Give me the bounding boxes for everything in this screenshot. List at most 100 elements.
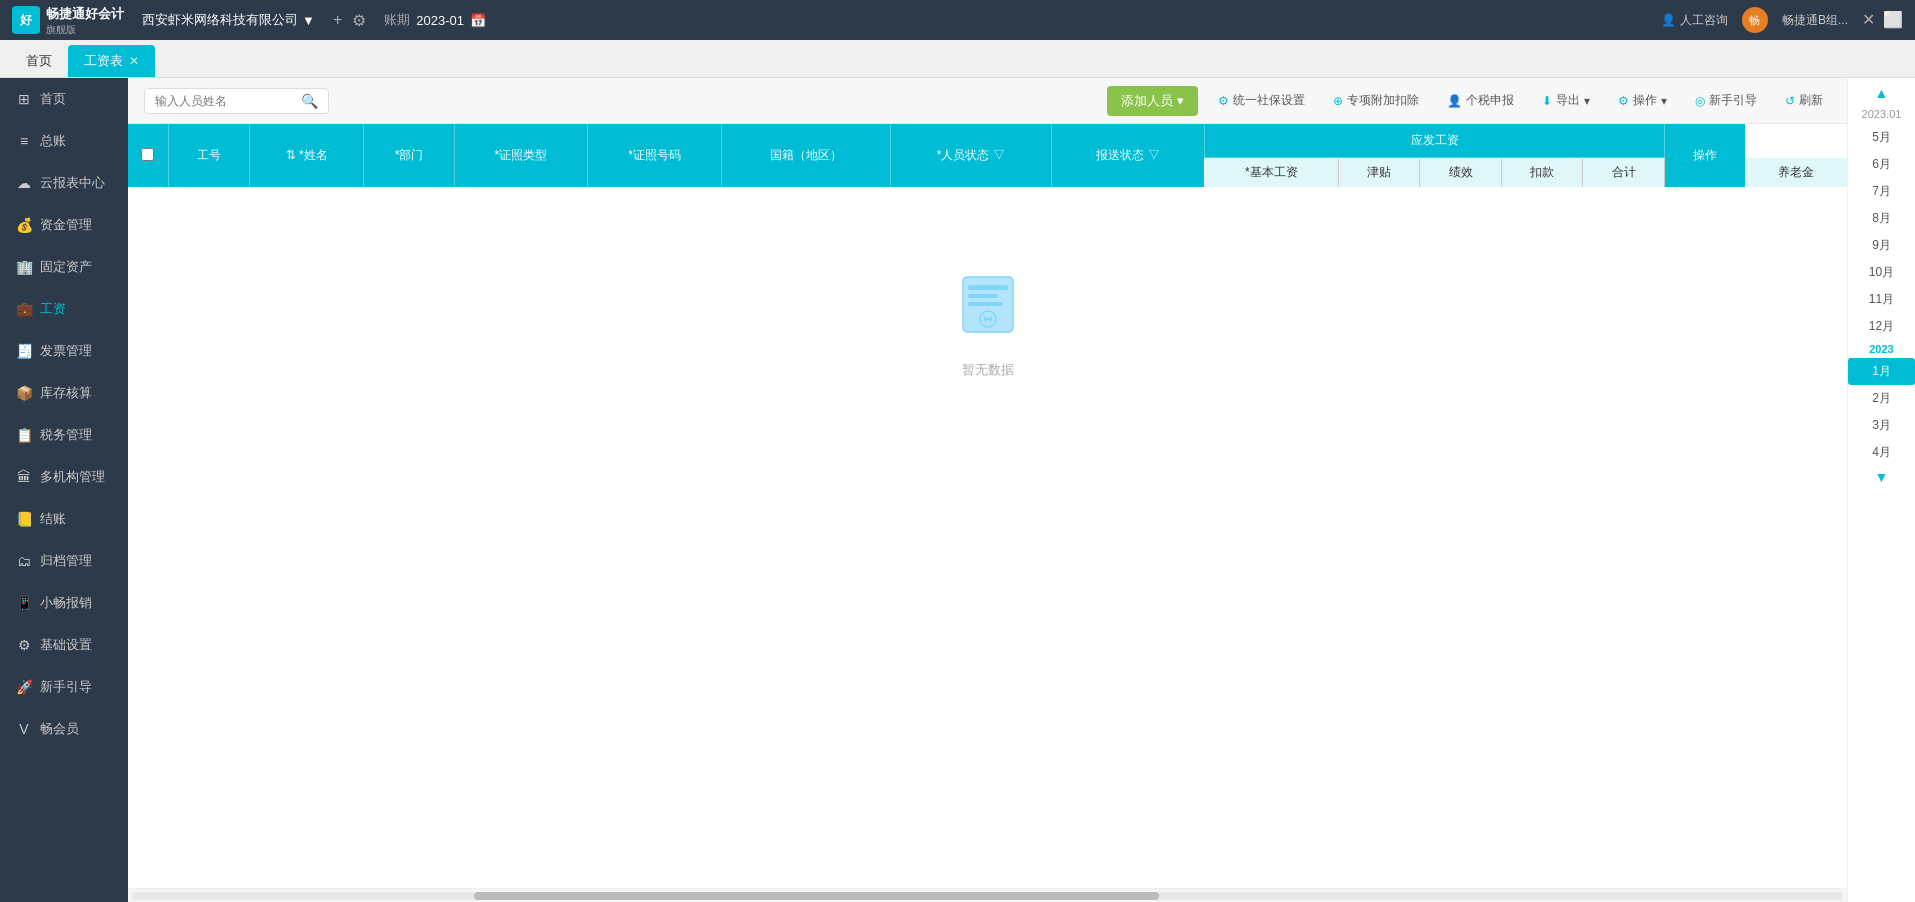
tab-close-icon[interactable]: ✕ [129, 54, 139, 68]
settings-icon[interactable]: ⚙ [352, 11, 366, 30]
th-total: 合计 [1583, 158, 1665, 188]
main-area: ⊞ 首页 ≡ 总账 ☁ 云报表中心 💰 资金管理 🏢 固定资产 💼 工资 🧾 发… [0, 78, 1915, 902]
empty-state: 暂无数据 [128, 187, 1847, 459]
sidebar-item-finance[interactable]: 💰 资金管理 [0, 204, 128, 246]
month-nav-up-icon[interactable]: ▲ [1848, 82, 1915, 104]
social-security-settings-action[interactable]: ⚙ 统一社保设置 [1210, 88, 1313, 113]
th-base-salary: *基本工资 [1204, 158, 1338, 188]
tax-report-action[interactable]: 👤 个税申报 [1439, 88, 1522, 113]
sidebar-item-home[interactable]: ⊞ 首页 [0, 78, 128, 120]
filter-icon-personnel[interactable]: ▽ [993, 148, 1005, 162]
sidebar-label-expense: 小畅报销 [40, 594, 92, 612]
add-person-dropdown-icon[interactable]: ▾ [1177, 93, 1184, 108]
month-item-7[interactable]: 7月 [1848, 178, 1915, 205]
service-label: 人工咨询 [1680, 12, 1728, 29]
salary-icon: 💼 [16, 301, 32, 317]
sidebar-item-archive[interactable]: 🗂 归档管理 [0, 540, 128, 582]
month-item-3[interactable]: 3月 [1848, 412, 1915, 439]
sidebar-item-guide[interactable]: 🚀 新手引导 [0, 666, 128, 708]
search-input[interactable] [155, 94, 295, 108]
th-employee-no: 工号 [168, 124, 250, 187]
operation-action[interactable]: ⚙ 操作 ▾ [1610, 88, 1675, 113]
refresh-action[interactable]: ↺ 刷新 [1777, 88, 1831, 113]
month-item-11[interactable]: 11月 [1848, 286, 1915, 313]
service-button[interactable]: 👤 人工咨询 [1661, 12, 1728, 29]
sidebar-item-ledger[interactable]: ≡ 总账 [0, 120, 128, 162]
month-item-9[interactable]: 9月 [1848, 232, 1915, 259]
tax-report-label: 个税申报 [1466, 92, 1514, 109]
h-scrollbar-track[interactable] [132, 892, 1843, 900]
select-all-checkbox[interactable] [141, 148, 154, 161]
tab-salary-label: 工资表 [84, 52, 123, 70]
guide-toolbar-icon: ◎ [1695, 94, 1705, 108]
sidebar-item-multi-org[interactable]: 🏛 多机构管理 [0, 456, 128, 498]
sidebar-label-guide: 新手引导 [40, 678, 92, 696]
close-window-icon[interactable]: ✕ [1862, 12, 1875, 28]
dropdown-arrow-icon[interactable]: ▼ [302, 13, 315, 28]
sort-icon[interactable]: ⇅ [286, 148, 296, 162]
sidebar-item-settings[interactable]: ⚙ 基础设置 [0, 624, 128, 666]
month-nav-down-icon[interactable]: ▼ [1848, 466, 1915, 488]
sidebar-item-fixed-assets[interactable]: 🏢 固定资产 [0, 246, 128, 288]
month-item-5[interactable]: 5月 [1848, 124, 1915, 151]
period-value: 2023-01 [416, 13, 464, 28]
add-person-button[interactable]: 添加人员 ▾ [1107, 86, 1198, 116]
filter-icon-report[interactable]: ▽ [1148, 148, 1160, 162]
guide-action[interactable]: ◎ 新手引导 [1687, 88, 1765, 113]
social-security-label: 统一社保设置 [1233, 92, 1305, 109]
search-icon[interactable]: 🔍 [301, 93, 318, 109]
table-container: 工号 ⇅ *姓名 *部门 *证照类型 *证照号码 国籍（地区） *人员状态 ▽ … [128, 124, 1847, 888]
special-deduction-action[interactable]: ⊕ 专项附加扣除 [1325, 88, 1427, 113]
operation-dropdown-icon[interactable]: ▾ [1661, 94, 1667, 108]
user-name[interactable]: 畅捷通B组... [1782, 12, 1848, 29]
month-item-10[interactable]: 10月 [1848, 259, 1915, 286]
add-company-icon[interactable]: + [333, 11, 342, 29]
sidebar-item-expense[interactable]: 📱 小畅报销 [0, 582, 128, 624]
refresh-icon: ↺ [1785, 94, 1795, 108]
toolbar: 🔍 添加人员 ▾ ⚙ 统一社保设置 ⊕ 专项附加扣除 👤 个税申报 ⬇ 导出 [128, 78, 1847, 124]
sidebar-item-settlement[interactable]: 📒 结账 [0, 498, 128, 540]
sidebar-item-cloud-report[interactable]: ☁ 云报表中心 [0, 162, 128, 204]
sidebar-item-tax[interactable]: 📋 税务管理 [0, 414, 128, 456]
tab-home-label: 首页 [26, 52, 52, 70]
period-label: 账期 [384, 11, 410, 29]
company-selector[interactable]: 西安虾米网络科技有限公司 ▼ [134, 8, 323, 32]
sidebar-label-ledger: 总账 [40, 132, 66, 150]
sidebar-item-vip[interactable]: V 畅会员 [0, 708, 128, 750]
month-item-2[interactable]: 2月 [1848, 385, 1915, 412]
h-scrollbar-thumb[interactable] [474, 892, 1158, 900]
export-action[interactable]: ⬇ 导出 ▾ [1534, 88, 1598, 113]
sidebar-item-invoice[interactable]: 🧾 发票管理 [0, 330, 128, 372]
tab-home[interactable]: 首页 [10, 45, 68, 77]
tax-report-icon: 👤 [1447, 94, 1462, 108]
tax-icon: 📋 [16, 427, 32, 443]
sidebar-item-inventory[interactable]: 📦 库存核算 [0, 372, 128, 414]
th-performance: 绩效 [1420, 158, 1502, 188]
th-checkbox[interactable] [128, 124, 168, 187]
maximize-window-icon[interactable]: ⬜ [1883, 12, 1903, 28]
cloud-icon: ☁ [16, 175, 32, 191]
finance-icon: 💰 [16, 217, 32, 233]
calendar-icon[interactable]: 📅 [470, 13, 486, 28]
month-item-6[interactable]: 6月 [1848, 151, 1915, 178]
month-item-1[interactable]: 1月 [1848, 358, 1915, 385]
user-avatar: 畅 [1742, 7, 1768, 33]
month-item-4[interactable]: 4月 [1848, 439, 1915, 466]
month-item-8[interactable]: 8月 [1848, 205, 1915, 232]
logo-icon: 好 [12, 6, 40, 34]
month-item-12[interactable]: 12月 [1848, 313, 1915, 340]
expense-icon: 📱 [16, 595, 32, 611]
export-dropdown-icon[interactable]: ▾ [1584, 94, 1590, 108]
th-cert-type: *证照类型 [454, 124, 588, 187]
tab-salary[interactable]: 工资表 ✕ [68, 45, 155, 77]
table-header-row-1: 工号 ⇅ *姓名 *部门 *证照类型 *证照号码 国籍（地区） *人员状态 ▽ … [128, 124, 1847, 158]
empty-icon [948, 267, 1028, 347]
svg-rect-1 [968, 285, 1008, 290]
year-prev-label: 2023.01 [1862, 104, 1902, 124]
sidebar-label-assets: 固定资产 [40, 258, 92, 276]
sidebar-label-finance: 资金管理 [40, 216, 92, 234]
th-dept: *部门 [364, 124, 454, 187]
sidebar-item-salary[interactable]: 💼 工资 [0, 288, 128, 330]
h-scrollbar-wrap[interactable] [128, 888, 1847, 902]
sidebar-label-tax: 税务管理 [40, 426, 92, 444]
